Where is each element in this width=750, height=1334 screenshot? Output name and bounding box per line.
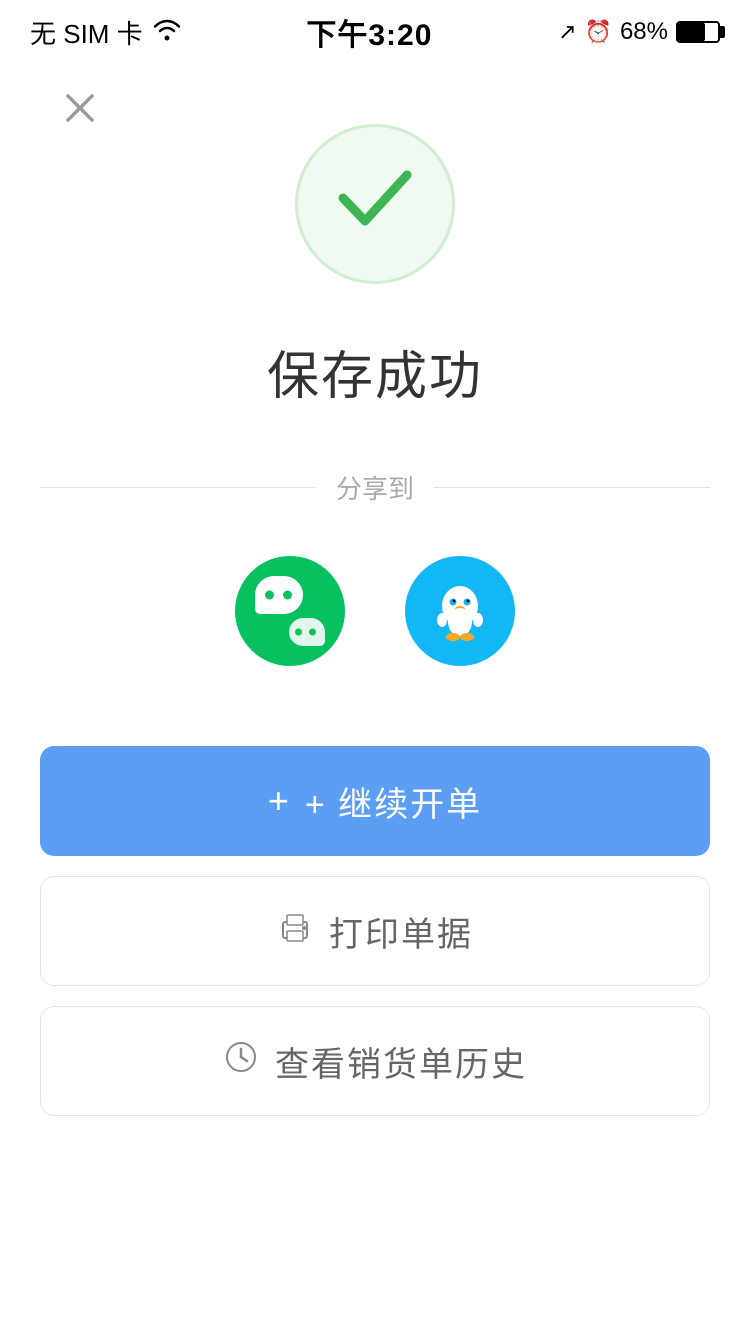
printer-icon <box>277 909 313 954</box>
wechat-icon <box>255 576 325 646</box>
share-qq-button[interactable] <box>405 556 515 666</box>
carrier-label: 无 SIM 卡 <box>30 14 143 51</box>
checkmark-icon <box>335 163 415 246</box>
wechat-bubble-big <box>255 576 303 614</box>
divider-left <box>40 487 316 488</box>
history-label: 查看销货单历史 <box>275 1037 527 1086</box>
clock-icon <box>223 1039 259 1084</box>
share-divider: 分享到 <box>40 469 710 506</box>
wifi-icon <box>153 17 181 48</box>
status-right: ↗ ⏰ 68% <box>558 18 720 46</box>
close-icon <box>60 88 100 128</box>
alarm-icon: ⏰ <box>585 19 612 45</box>
divider-right <box>434 487 710 488</box>
continue-order-label: + 继续开单 <box>305 777 482 826</box>
wechat-bubble-small <box>289 618 325 646</box>
share-wechat-button[interactable] <box>235 556 345 666</box>
continue-order-button[interactable]: + + 继续开单 <box>40 746 710 856</box>
close-button[interactable] <box>50 78 110 138</box>
history-button[interactable]: 查看销货单历史 <box>40 1006 710 1116</box>
plus-icon: + <box>268 780 289 822</box>
status-bar: 无 SIM 卡 下午3:20 ↗ ⏰ 68% <box>0 0 750 64</box>
action-buttons: + + 继续开单 打印单据 查看销货单 <box>0 746 750 1116</box>
battery-bar <box>676 21 720 43</box>
success-title: 保存成功 <box>267 334 483 409</box>
status-left: 无 SIM 卡 <box>30 14 181 51</box>
location-icon: ↗ <box>558 19 576 45</box>
battery-percent: 68% <box>620 18 668 46</box>
share-label: 分享到 <box>336 469 414 506</box>
share-buttons <box>40 556 710 666</box>
success-circle <box>295 124 455 284</box>
share-section: 分享到 <box>0 469 750 666</box>
status-time: 下午3:20 <box>306 10 432 54</box>
qq-icon <box>425 576 495 646</box>
print-label: 打印单据 <box>329 907 473 956</box>
main-content: 保存成功 分享到 <box>0 64 750 1116</box>
battery-fill <box>678 23 705 41</box>
print-button[interactable]: 打印单据 <box>40 876 710 986</box>
